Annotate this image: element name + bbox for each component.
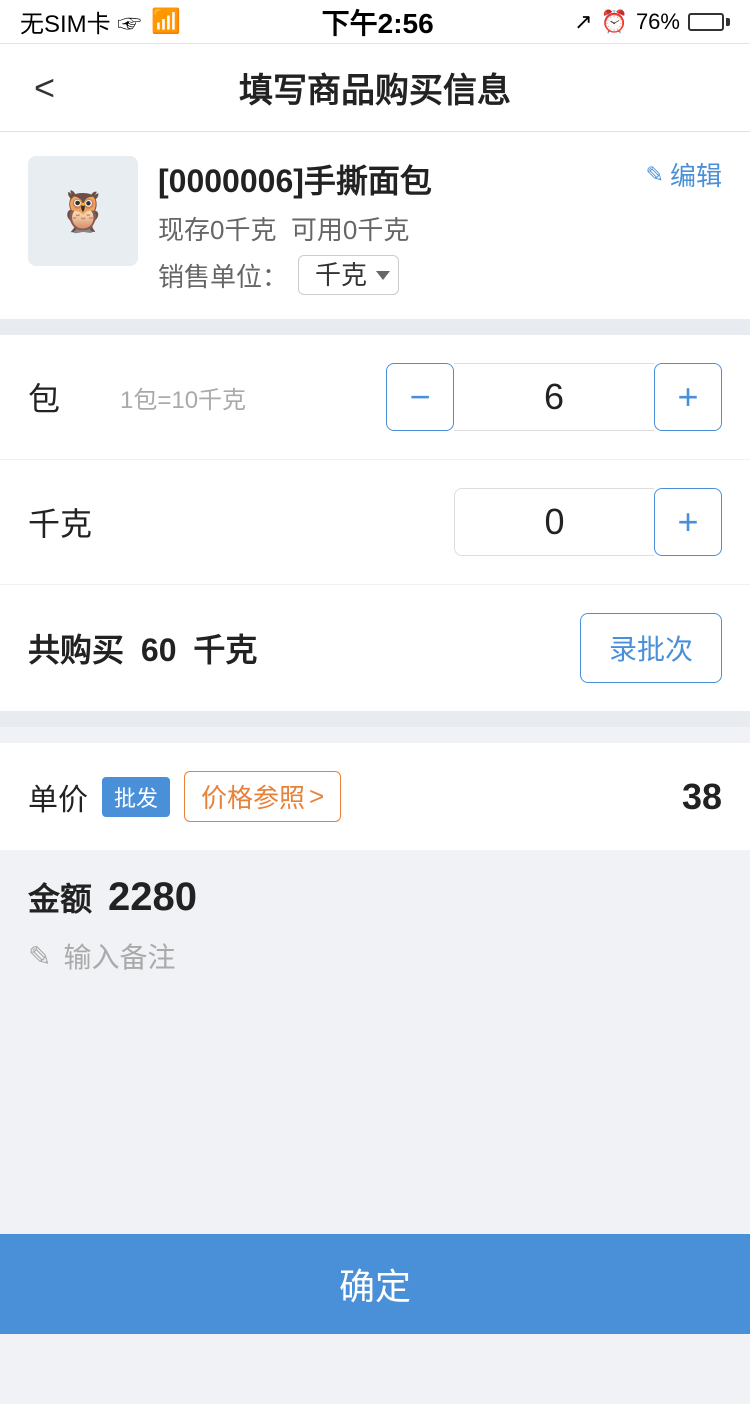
back-button[interactable]: <: [24, 57, 65, 119]
battery-percent: 76%: [636, 9, 680, 35]
bag-input[interactable]: [454, 363, 654, 431]
unit-selector[interactable]: 千克 包: [298, 255, 399, 295]
amount-section: 金额 2280 ✎ 输入备注: [0, 850, 750, 1004]
kg-label: 千克: [28, 499, 108, 545]
status-bar: 无SIM卡 ☞ 📶 下午2:56 ↗ ⏰ 76%: [0, 0, 750, 44]
kg-plus-button[interactable]: +: [654, 488, 722, 556]
bag-input-row: 包 1包=10千克 − +: [0, 335, 750, 460]
product-stock: 现存0千克 可用0千克: [158, 210, 722, 247]
edit-button[interactable]: ✎ 编辑: [646, 156, 722, 193]
total-row: 共购买 60 千克 录批次: [0, 585, 750, 711]
carrier-text: 无SIM卡 ☞: [20, 4, 141, 39]
product-info: [0000006]手撕面包 ✎ 编辑 现存0千克 可用0千克 销售单位： 千克 …: [158, 156, 722, 295]
wifi-icon: 📶: [151, 7, 181, 36]
product-name: [0000006]手撕面包: [158, 156, 432, 202]
amount-row: 金额 2280: [28, 874, 722, 920]
bag-minus-button[interactable]: −: [386, 363, 454, 431]
nav-bar: < 填写商品购买信息: [0, 44, 750, 132]
location-icon: ↗: [574, 9, 592, 35]
kg-controls: +: [454, 488, 722, 556]
status-left: 无SIM卡 ☞ 📶: [20, 4, 181, 39]
bag-controls: − +: [386, 363, 722, 431]
status-time: 下午2:56: [322, 2, 434, 42]
amount-label: 金额: [28, 874, 92, 920]
product-logo-icon: 🦉: [58, 188, 108, 235]
note-text: 输入备注: [63, 936, 175, 976]
kg-input[interactable]: [454, 488, 654, 556]
alarm-icon: ⏰: [601, 9, 628, 35]
price-ref-button[interactable]: 价格参照 >: [184, 771, 341, 822]
total-text: 共购买 60 千克: [28, 625, 257, 671]
separator-2: [0, 711, 750, 727]
bag-plus-button[interactable]: +: [654, 363, 722, 431]
separator-1: [0, 319, 750, 335]
edit-icon: ✎: [646, 162, 664, 188]
price-section: 单价 批发 价格参照 > 38: [0, 743, 750, 850]
price-label: 单价: [28, 775, 88, 819]
price-value: 38: [682, 776, 722, 818]
input-section: 包 1包=10千克 − + 千克 + 共购买 60 千克 录批次: [0, 335, 750, 711]
amount-value: 2280: [108, 875, 197, 920]
product-unit-row: 销售单位： 千克 包: [158, 255, 722, 295]
price-left: 单价 批发 价格参照 >: [28, 771, 341, 822]
product-card: 🦉 [0000006]手撕面包 ✎ 编辑 现存0千克 可用0千克 销售单位： 千…: [0, 132, 750, 319]
page-title: 填写商品购买信息: [239, 63, 511, 112]
bag-label: 包: [28, 374, 108, 420]
product-thumbnail: 🦉: [28, 156, 138, 266]
note-row[interactable]: ✎ 输入备注: [28, 936, 722, 976]
kg-input-row: 千克 +: [0, 460, 750, 585]
battery-icon: [688, 13, 730, 31]
status-right: ↗ ⏰ 76%: [574, 9, 730, 35]
confirm-button[interactable]: 确定: [0, 1234, 750, 1334]
bottom-space: [0, 1004, 750, 1404]
batch-button[interactable]: 录批次: [580, 613, 722, 683]
price-tag: 批发: [102, 777, 170, 817]
bag-hint: 1包=10千克: [120, 380, 386, 415]
pencil-icon: ✎: [28, 940, 51, 973]
